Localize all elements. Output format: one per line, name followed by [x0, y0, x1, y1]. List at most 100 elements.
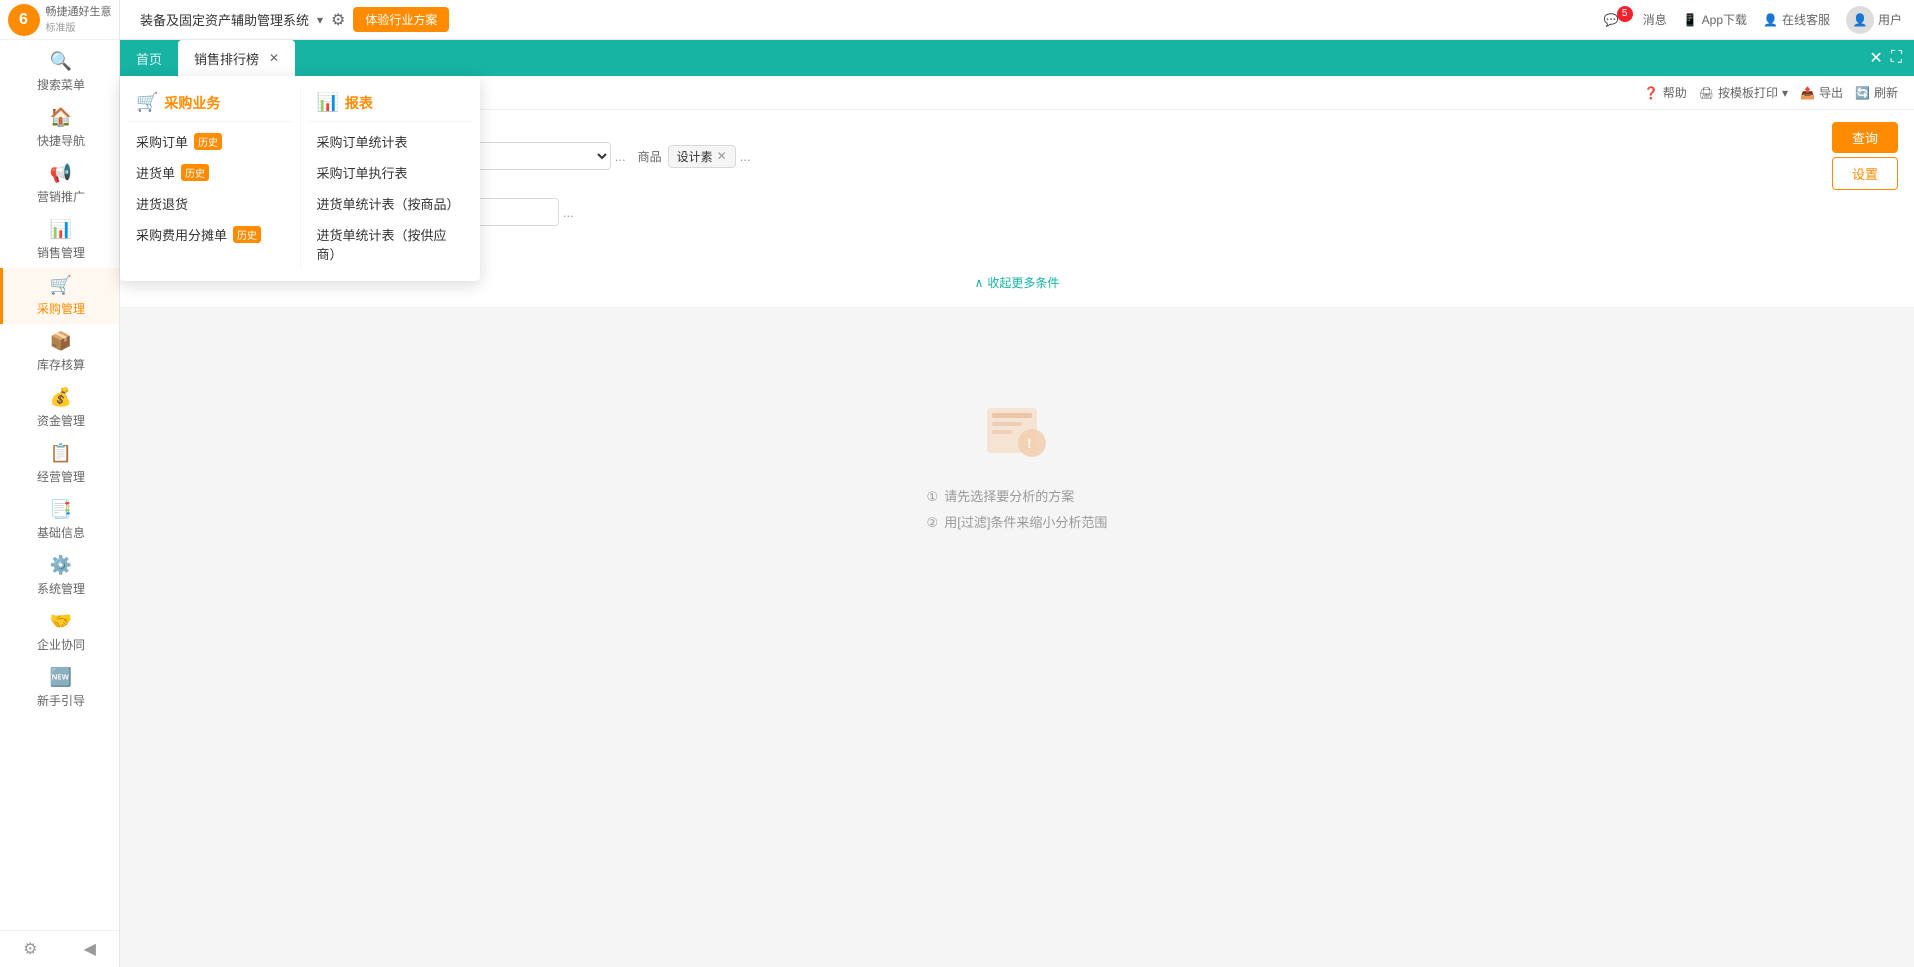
sidebar: 6 畅捷通好生意 标准版 🔍 搜索菜单 🏠 快捷导航 📢 营销推广 📊 销售管理…	[0, 0, 120, 967]
search-icon: 🔍	[50, 51, 72, 72]
system-dropdown-btn[interactable]: ▾	[317, 13, 323, 27]
user-area[interactable]: 👤 用户	[1846, 6, 1902, 34]
marketing-icon: 📢	[50, 163, 72, 184]
system-title: 装备及固定资产辅助管理系统	[140, 10, 309, 29]
export-icon: 📤	[1800, 86, 1815, 100]
tab-close-window-btn[interactable]: ✕	[1869, 48, 1882, 68]
menu-item-goods-stats-product[interactable]: 进货单统计表（按商品）	[309, 188, 473, 219]
print-icon: 🖨	[1699, 86, 1714, 100]
export-btn[interactable]: 📤 导出	[1800, 84, 1843, 101]
empty-illustration: !	[977, 388, 1057, 468]
sidebar-item-marketing[interactable]: 📢 营销推广	[0, 156, 119, 212]
basic-icon: 📑	[50, 499, 72, 520]
menu-item-goods-stats-supplier[interactable]: 进货单统计表（按供应商）	[309, 219, 473, 269]
status-select[interactable]	[471, 142, 611, 170]
message-btn[interactable]: 💬 5 消息	[1604, 11, 1667, 28]
app-download-btn[interactable]: 📱 App下载	[1683, 11, 1747, 28]
empty-hint-2: ② 用[过滤]条件来缩小分析范围	[927, 510, 1108, 536]
toolbar-right: ❓ 帮助 🖨 按模板打印 ▾ 📤 导出 🔄 刷新	[1644, 84, 1898, 101]
home-icon: 🏠	[50, 107, 72, 128]
menu-item-purchase-fee[interactable]: 采购费用分摊单 历史	[128, 219, 292, 250]
collapse-btn[interactable]: ∧ 收起更多条件	[975, 274, 1060, 291]
sidebar-item-sales[interactable]: 📊 销售管理	[0, 212, 119, 268]
sidebar-settings-btn[interactable]: ⚙	[23, 939, 37, 959]
tab-maximize-btn[interactable]: ⛶	[1891, 49, 1902, 67]
menu-item-goods-return[interactable]: 进货退货	[128, 188, 292, 219]
menu-item-order-stats[interactable]: 采购订单统计表	[309, 126, 473, 157]
sidebar-item-capital[interactable]: 💰 资金管理	[0, 380, 119, 436]
print-btn[interactable]: 🖨 按模板打印 ▾	[1699, 84, 1788, 101]
tab-sales-ranking[interactable]: 销售排行榜 ✕	[178, 40, 295, 76]
menu-item-purchase-order[interactable]: 采购订单 历史	[128, 126, 292, 157]
product-tag-label: 设计素	[677, 148, 713, 165]
sidebar-item-operations-label: 经营管理	[37, 468, 85, 485]
sidebar-item-operations[interactable]: 📋 经营管理	[0, 436, 119, 492]
refresh-label: 刷新	[1874, 84, 1898, 101]
sales-icon: 📊	[50, 219, 72, 240]
logo-text-area: 畅捷通好生意 标准版	[46, 5, 112, 34]
sidebar-item-basic[interactable]: 📑 基础信息	[0, 492, 119, 548]
sidebar-item-basic-label: 基础信息	[37, 524, 85, 541]
collapse-icon: ∧	[975, 276, 984, 290]
sidebar-item-purchase[interactable]: 🛒 采购管理	[0, 268, 119, 324]
inventory-icon: 📦	[50, 331, 72, 352]
goods-return-label: 进货退货	[136, 194, 188, 213]
enterprise-icon: 🤝	[50, 611, 72, 632]
circle2-icon: ②	[927, 510, 939, 536]
print-dropdown-icon: ▾	[1782, 86, 1788, 100]
sidebar-item-search-label: 搜索菜单	[37, 76, 85, 93]
purchase-icon: 🛒	[50, 275, 72, 296]
product-more-dots[interactable]: ...	[740, 149, 751, 164]
goods-stats-product-label: 进货单统计表（按商品）	[317, 194, 460, 213]
setting-button[interactable]: 设置	[1832, 157, 1898, 190]
sidebar-item-inventory[interactable]: 📦 库存核算	[0, 324, 119, 380]
tab-close-icon[interactable]: ✕	[269, 51, 279, 65]
refresh-icon: 🔄	[1855, 86, 1870, 100]
history-badge-goods-in: 历史	[181, 164, 209, 181]
tab-home[interactable]: 首页	[120, 40, 178, 76]
online-service-btn[interactable]: 👤 在线客服	[1763, 11, 1830, 28]
header-middle: 装备及固定资产辅助管理系统 ▾ ⚙ 体验行业方案	[132, 7, 1604, 32]
product-filter-item: 商品 设计素 ✕ ...	[638, 145, 838, 168]
svg-text:!: !	[1027, 435, 1032, 451]
menu-item-order-exec[interactable]: 采购订单执行表	[309, 157, 473, 188]
tab-home-label: 首页	[136, 49, 162, 68]
sidebar-item-guide-label: 新手引导	[37, 692, 85, 709]
sidebar-item-guide[interactable]: 🆕 新手引导	[0, 660, 119, 716]
sidebar-item-quick-nav[interactable]: 🏠 快捷导航	[0, 100, 119, 156]
search-button[interactable]: 查询	[1832, 122, 1898, 153]
product-tag-close[interactable]: ✕	[717, 149, 727, 163]
online-service-label: 在线客服	[1782, 11, 1830, 28]
sidebar-nav: 🔍 搜索菜单 🏠 快捷导航 📢 营销推广 📊 销售管理 🛒 采购管理 📦 库存核…	[0, 40, 119, 930]
tab-sales-ranking-label: 销售排行榜	[194, 49, 259, 68]
sidebar-item-search[interactable]: 🔍 搜索菜单	[0, 44, 119, 100]
sidebar-collapse-btn[interactable]: ◀	[84, 939, 96, 959]
sidebar-item-system[interactable]: ⚙️ 系统管理	[0, 548, 119, 604]
help-btn[interactable]: ❓ 帮助	[1644, 84, 1687, 101]
tab-bar-actions: ✕ ⛶	[1869, 48, 1914, 68]
purchase-order-label: 采购订单	[136, 132, 188, 151]
empty-text: ① 请先选择要分析的方案 ② 用[过滤]条件来缩小分析范围	[927, 484, 1108, 536]
history-badge-purchase-order: 历史	[194, 133, 222, 150]
goods-stats-supplier-label: 进货单统计表（按供应商）	[317, 225, 465, 263]
sidebar-item-purchase-label: 采购管理	[37, 300, 85, 317]
capital-icon: 💰	[50, 387, 72, 408]
refresh-btn[interactable]: 🔄 刷新	[1855, 84, 1898, 101]
collapse-label: 收起更多条件	[987, 274, 1059, 291]
report-menu-title: 📊 报表	[309, 88, 473, 122]
logo-icon: 6	[8, 4, 40, 36]
purchase-menu-icon: 🛒	[136, 92, 158, 113]
status-more-dots[interactable]: ...	[615, 149, 626, 164]
salesperson-more-dots[interactable]: ...	[563, 205, 574, 220]
empty-state: ! ① 请先选择要分析的方案 ② 用[过滤]条件来缩小分析范围	[120, 308, 1914, 616]
menu-item-goods-in[interactable]: 进货单 历史	[128, 157, 292, 188]
sidebar-item-system-label: 系统管理	[37, 580, 85, 597]
user-avatar: 👤	[1846, 6, 1874, 34]
operations-icon: 📋	[50, 443, 72, 464]
export-label: 导出	[1819, 84, 1843, 101]
sidebar-item-capital-label: 资金管理	[37, 412, 85, 429]
sidebar-item-enterprise[interactable]: 🤝 企业协同	[0, 604, 119, 660]
app-icon: 📱	[1683, 13, 1698, 27]
gear-button[interactable]: ⚙	[331, 10, 345, 30]
industry-btn[interactable]: 体验行业方案	[353, 7, 449, 32]
